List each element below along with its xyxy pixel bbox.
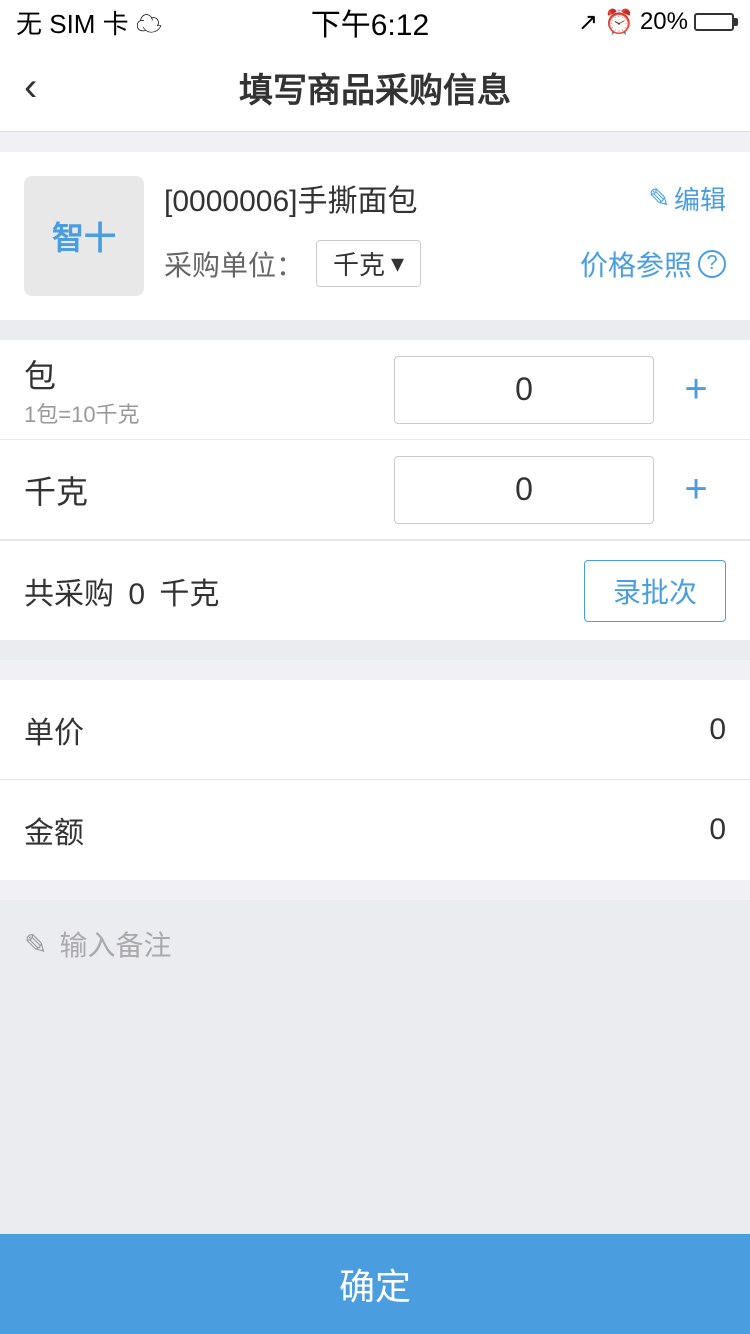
nav-bar: ‹ 填写商品采购信息 xyxy=(0,44,750,132)
total-label: 金额 xyxy=(24,808,84,852)
edit-icon: ✎ xyxy=(648,183,670,214)
price-section: 单价 0 金额 0 xyxy=(0,680,750,880)
no-sim-label: 无 SIM 卡 ☁ xyxy=(16,4,162,41)
status-time: 下午6:12 xyxy=(311,0,429,44)
kg-input-row: 千克 0 + xyxy=(0,440,750,540)
product-thumbnail: 智十 xyxy=(24,176,144,296)
price-ref-label: 价格参照 xyxy=(580,244,692,284)
summary-row: 共采购 0 千克 录批次 xyxy=(0,540,750,640)
back-button[interactable]: ‹ xyxy=(24,55,47,120)
edit-button[interactable]: ✎ 编辑 xyxy=(648,180,726,217)
product-info: [0000006]手撕面包 ✎ 编辑 采购单位： 千克 ▾ 价格参照 ? xyxy=(164,176,726,287)
divider-1 xyxy=(0,320,750,340)
product-name-row: [0000006]手撕面包 ✎ 编辑 xyxy=(164,176,726,220)
owl-logo: 智十 xyxy=(52,213,116,259)
help-icon: ? xyxy=(698,250,726,278)
pencil-icon: ✎ xyxy=(24,928,47,961)
kg-plus-button[interactable]: + xyxy=(666,460,726,520)
edit-label: 编辑 xyxy=(674,180,726,217)
kg-input[interactable]: 0 xyxy=(394,456,654,524)
bao-sub-label: 1包=10千克 xyxy=(24,397,164,429)
page-title: 填写商品采购信息 xyxy=(239,63,511,112)
input-section: 包 1包=10千克 0 + 千克 0 + 共采购 0 千克 录批次 xyxy=(0,340,750,640)
summary-prefix: 共采购 xyxy=(24,578,114,611)
kg-label-group: 千克 xyxy=(24,467,164,513)
bao-label: 包 xyxy=(24,351,164,397)
status-bar: 无 SIM 卡 ☁ 下午6:12 ↗ ⏰ 20% xyxy=(0,0,750,44)
product-name: [0000006]手撕面包 xyxy=(164,176,417,220)
alarm-icon: ⏰ xyxy=(604,8,634,37)
batch-button[interactable]: 录批次 xyxy=(584,560,726,622)
unit-prefix-label: 采购单位： xyxy=(164,244,304,284)
bao-input-wrap: 0 + xyxy=(164,356,726,424)
divider-2 xyxy=(0,640,750,660)
kg-input-wrap: 0 + xyxy=(164,456,726,524)
remark-section[interactable]: ✎ 输入备注 xyxy=(0,900,750,988)
summary-text: 共采购 0 千克 xyxy=(24,569,219,613)
location-icon: ↗ xyxy=(578,8,598,37)
battery-percent: 20% xyxy=(640,8,688,36)
total-value: 0 xyxy=(709,813,726,847)
kg-label: 千克 xyxy=(24,467,164,513)
unit-price-row: 单价 0 xyxy=(0,680,750,780)
bao-input-row: 包 1包=10千克 0 + xyxy=(0,340,750,440)
unit-price-label: 单价 xyxy=(24,708,84,752)
bao-input[interactable]: 0 xyxy=(394,356,654,424)
status-right: ↗ ⏰ 20% xyxy=(578,8,734,37)
chevron-down-icon: ▾ xyxy=(391,248,404,279)
summary-unit: 千克 xyxy=(159,578,219,611)
product-unit-row: 采购单位： 千克 ▾ 价格参照 ? xyxy=(164,240,726,287)
confirm-button[interactable]: 确定 xyxy=(0,1234,750,1334)
unit-selector-wrap: 采购单位： 千克 ▾ xyxy=(164,240,421,287)
unit-price-value: 0 xyxy=(709,713,726,747)
unit-value: 千克 xyxy=(333,245,385,282)
bao-plus-button[interactable]: + xyxy=(666,360,726,420)
remark-input[interactable]: 输入备注 xyxy=(59,924,171,964)
unit-select-dropdown[interactable]: 千克 ▾ xyxy=(316,240,421,287)
bao-label-group: 包 1包=10千克 xyxy=(24,351,164,429)
bao-value: 0 xyxy=(515,371,533,408)
battery-icon xyxy=(694,13,734,31)
price-ref-button[interactable]: 价格参照 ? xyxy=(580,244,726,284)
total-price-row: 金额 0 xyxy=(0,780,750,880)
product-card: 智十 [0000006]手撕面包 ✎ 编辑 采购单位： 千克 ▾ 价格参照 ? xyxy=(0,152,750,320)
kg-value: 0 xyxy=(515,471,533,508)
summary-amount: 0 xyxy=(128,578,145,611)
status-left: 无 SIM 卡 ☁ xyxy=(16,4,162,41)
